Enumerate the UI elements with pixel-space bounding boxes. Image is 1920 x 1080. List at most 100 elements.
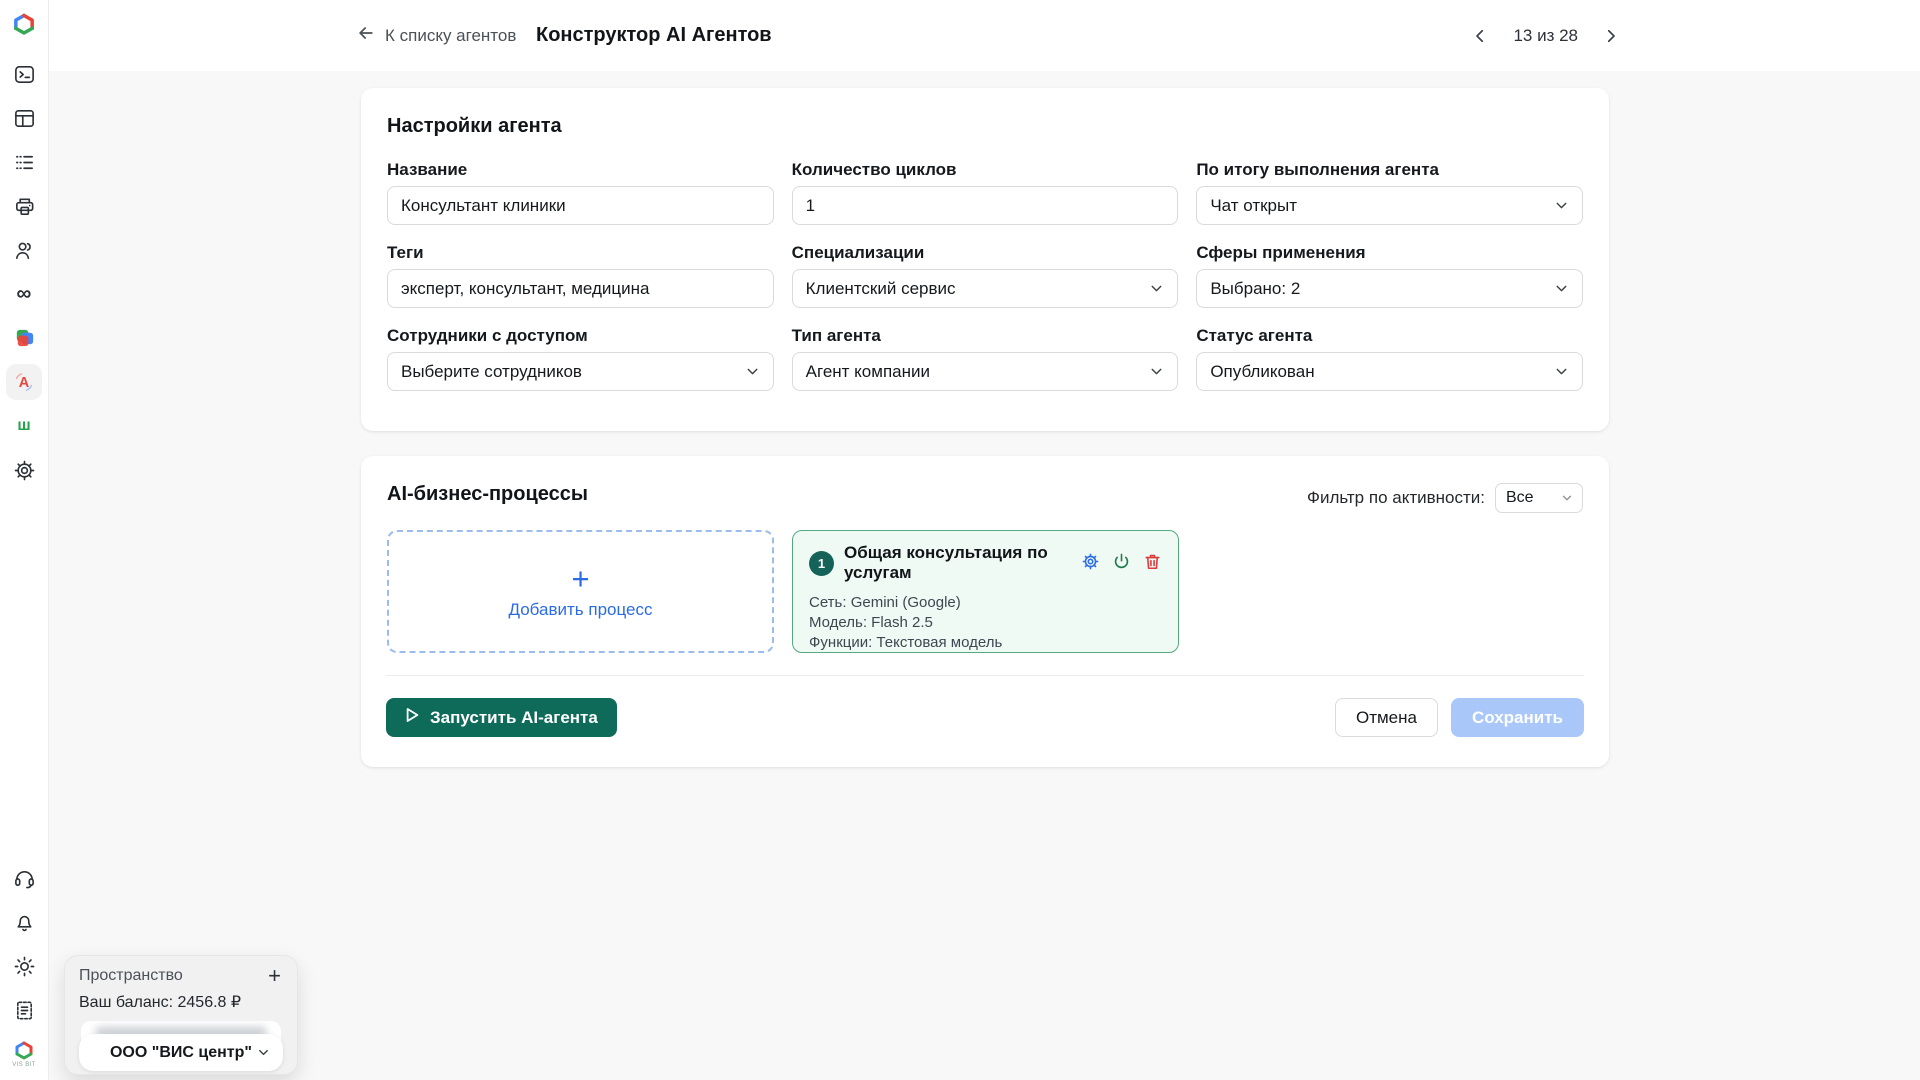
sidebar-item-tasks[interactable] bbox=[6, 144, 42, 180]
sidebar-item-employees[interactable] bbox=[6, 232, 42, 268]
plus-icon: + bbox=[571, 564, 589, 594]
sidebar-item-fax[interactable] bbox=[6, 188, 42, 224]
sidebar-item-theme[interactable] bbox=[6, 948, 42, 984]
process-delete-button[interactable] bbox=[1143, 552, 1162, 574]
pager-prev-button[interactable] bbox=[1471, 27, 1489, 45]
specializations-select[interactable]: Клиентский сервис bbox=[792, 269, 1179, 308]
sidebar-item-documents[interactable] bbox=[6, 992, 42, 1028]
field-employees-label: Сотрудники с доступом bbox=[387, 326, 774, 345]
apps-stack-icon bbox=[13, 327, 36, 350]
name-input[interactable] bbox=[387, 186, 774, 225]
tags-input[interactable] bbox=[387, 269, 774, 308]
app-logo-icon[interactable] bbox=[10, 12, 38, 45]
pager-text: 13 из 28 bbox=[1513, 26, 1578, 46]
sidebar-item-settings[interactable] bbox=[6, 452, 42, 488]
sidebar-item-support[interactable] bbox=[6, 860, 42, 896]
sidebar-item-terminal[interactable] bbox=[6, 56, 42, 92]
employees-select-value: Выберите сотрудников bbox=[401, 362, 582, 382]
chevron-down-icon bbox=[256, 1045, 271, 1060]
agent-settings-title: Настройки агента bbox=[361, 88, 1609, 138]
spheres-select[interactable]: Выбрано: 2 bbox=[1196, 269, 1583, 308]
actions-row: Запустить AI-агента Отмена Сохранить bbox=[386, 698, 1584, 737]
workspace-company-select[interactable]: ООО "ВИС центр" bbox=[79, 1034, 283, 1071]
save-button[interactable]: Сохранить bbox=[1451, 698, 1584, 737]
process-card-header: 1 Общая консультация по услугам bbox=[809, 543, 1162, 583]
back-to-agents-link[interactable]: К списку агентов bbox=[356, 0, 516, 71]
sidebar-item-boards[interactable] bbox=[6, 100, 42, 136]
sidebar-item-w-module[interactable]: ш bbox=[6, 408, 42, 444]
play-icon bbox=[405, 707, 420, 728]
sidebar-item-ai-agents[interactable]: A bbox=[6, 364, 42, 400]
field-specializations: Специализации Клиентский сервис bbox=[792, 243, 1179, 308]
agent-status-select[interactable]: Опубликован bbox=[1196, 352, 1583, 391]
headset-icon bbox=[13, 867, 36, 890]
activity-filter-label: Фильтр по активности: bbox=[1307, 488, 1485, 508]
activity-filter: Фильтр по активности: Все bbox=[1307, 483, 1583, 513]
workspace-balance: Ваш баланс: 2456.8 ₽ bbox=[79, 992, 283, 1012]
workspace-title: Пространство bbox=[79, 967, 183, 985]
activity-filter-select[interactable]: Все bbox=[1495, 483, 1583, 513]
process-actions bbox=[1081, 552, 1162, 574]
field-name-label: Название bbox=[387, 160, 774, 179]
footer-logo-caption: VIS BIT bbox=[12, 1062, 35, 1068]
layout-table-icon bbox=[13, 107, 36, 130]
infinity-icon: ∞ bbox=[17, 282, 32, 306]
process-model: Модель: Flash 2.5 bbox=[809, 613, 1162, 633]
trash-icon bbox=[1143, 552, 1162, 574]
chevron-down-icon bbox=[1560, 491, 1574, 505]
divider bbox=[386, 675, 1584, 676]
process-number-badge: 1 bbox=[809, 551, 834, 576]
process-functions: Функции: Текстовая модель bbox=[809, 633, 1162, 653]
pager: 13 из 28 bbox=[1471, 0, 1620, 71]
svg-text:A: A bbox=[19, 375, 30, 391]
add-process-button[interactable]: + Добавить процесс bbox=[387, 530, 774, 653]
field-spheres: Сферы применения Выбрано: 2 bbox=[1196, 243, 1583, 308]
processes-title: AI-бизнес-процессы bbox=[387, 483, 588, 506]
field-cycles-label: Количество циклов bbox=[792, 160, 1179, 179]
field-employees: Сотрудники с доступом Выберите сотрудник… bbox=[387, 326, 774, 391]
agent-settings-form: Название Количество циклов По итогу выпо… bbox=[387, 160, 1583, 391]
sidebar-item-notifications[interactable] bbox=[6, 904, 42, 940]
sun-icon bbox=[13, 955, 36, 978]
w-letter-icon: ш bbox=[17, 417, 30, 435]
sidebar-item-apps[interactable] bbox=[6, 320, 42, 356]
cycles-input[interactable] bbox=[792, 186, 1179, 225]
process-card[interactable]: 1 Общая консультация по услугам Сеть: Ge… bbox=[792, 530, 1179, 653]
result-select[interactable]: Чат открыт bbox=[1196, 186, 1583, 225]
process-network: Сеть: Gemini (Google) bbox=[809, 593, 1162, 613]
fax-printer-icon bbox=[13, 195, 36, 218]
process-power-button[interactable] bbox=[1112, 552, 1131, 574]
activity-filter-value: Все bbox=[1506, 489, 1534, 507]
users-icon bbox=[13, 239, 36, 262]
app-root: ∞ A bbox=[0, 0, 1920, 1080]
agent-type-select[interactable]: Агент компании bbox=[792, 352, 1179, 391]
settings-gear-icon bbox=[13, 459, 36, 482]
pager-next-button[interactable] bbox=[1602, 27, 1620, 45]
sidebar-item-integrations[interactable]: ∞ bbox=[6, 276, 42, 312]
process-details: Сеть: Gemini (Google) Модель: Flash 2.5 … bbox=[809, 593, 1162, 653]
field-result: По итогу выполнения агента Чат открыт bbox=[1196, 160, 1583, 225]
field-agent-type-label: Тип агента bbox=[792, 326, 1179, 345]
field-agent-status-label: Статус агента bbox=[1196, 326, 1583, 345]
agent-type-select-value: Агент компании bbox=[806, 362, 930, 382]
footer-logo-icon bbox=[12, 1040, 36, 1064]
process-title: Общая консультация по услугам bbox=[844, 543, 1081, 583]
employees-select[interactable]: Выберите сотрудников bbox=[387, 352, 774, 391]
cancel-button[interactable]: Отмена bbox=[1335, 698, 1438, 737]
run-agent-button[interactable]: Запустить AI-агента bbox=[386, 698, 617, 737]
spheres-select-value: Выбрано: 2 bbox=[1210, 279, 1300, 299]
chevron-down-icon bbox=[1553, 197, 1570, 214]
field-spheres-label: Сферы применения bbox=[1196, 243, 1583, 262]
field-result-label: По итогу выполнения агента bbox=[1196, 160, 1583, 179]
field-name: Название bbox=[387, 160, 774, 225]
sidebar: ∞ A bbox=[0, 0, 49, 1080]
run-agent-label: Запустить AI-агента bbox=[430, 708, 598, 728]
sidebar-item-footer-logo[interactable]: VIS BIT bbox=[6, 1036, 42, 1072]
add-process-label: Добавить процесс bbox=[509, 600, 653, 620]
workspace-company-area: ООО "ВИС центр" bbox=[79, 1021, 283, 1071]
process-settings-button[interactable] bbox=[1081, 552, 1100, 574]
field-tags: Теги bbox=[387, 243, 774, 308]
field-cycles: Количество циклов bbox=[792, 160, 1179, 225]
workspace-add-button[interactable]: + bbox=[266, 967, 283, 985]
field-agent-status: Статус агента Опубликован bbox=[1196, 326, 1583, 391]
